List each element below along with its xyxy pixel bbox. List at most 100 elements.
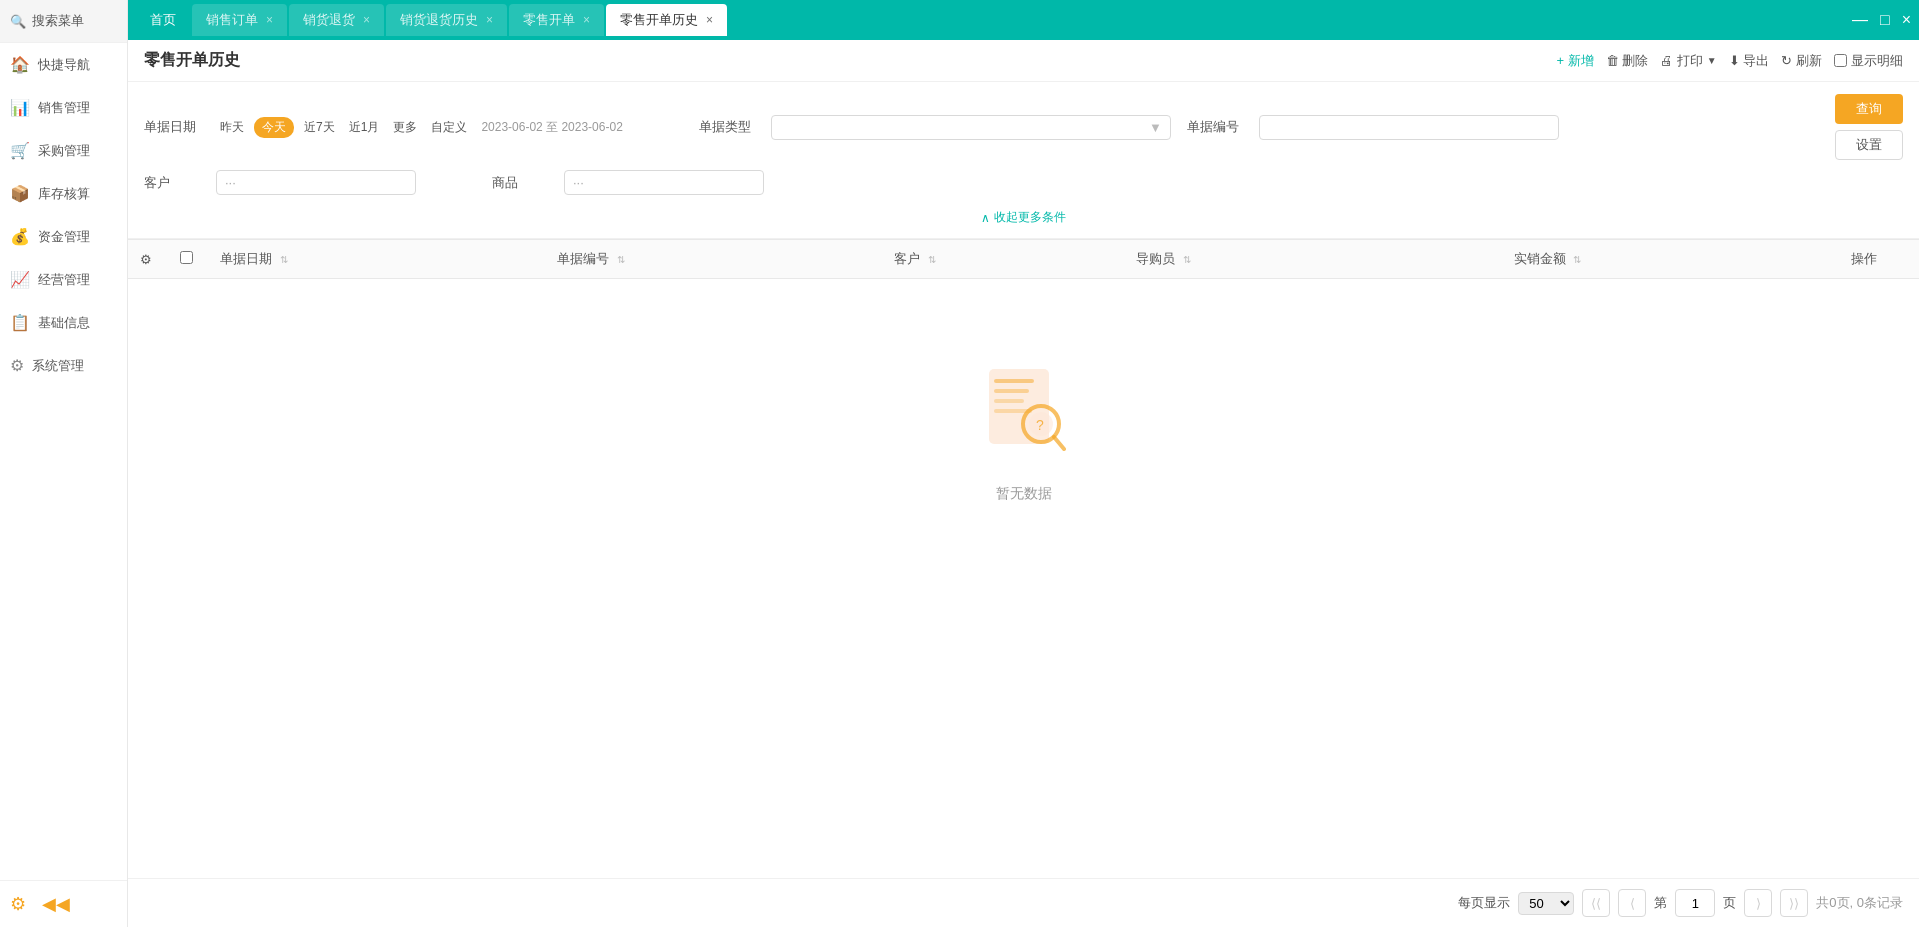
- tab-retail-open-history[interactable]: 零售开单历史 ×: [606, 4, 727, 36]
- print-dropdown-icon[interactable]: ▼: [1707, 55, 1717, 66]
- tab-retail-open[interactable]: 零售开单 ×: [509, 4, 604, 36]
- close-tab-retail-open-icon[interactable]: ×: [583, 13, 590, 27]
- per-page-select[interactable]: 50 10 20 100: [1518, 892, 1574, 915]
- th-checkbox[interactable]: [168, 240, 208, 279]
- doc-type-select[interactable]: ▼: [771, 115, 1171, 140]
- last-page-button[interactable]: ⟩⟩: [1780, 889, 1808, 917]
- doc-no-input[interactable]: [1259, 115, 1559, 140]
- action-buttons: 查询 设置: [1835, 94, 1903, 160]
- sidebar-item-inventory[interactable]: 📦 库存核算: [0, 172, 127, 215]
- data-table: ⚙ 单据日期 ⇅ 单据编号 ⇅ 客户 ⇅: [128, 239, 1919, 583]
- table-body: ? 暂无数据: [128, 279, 1919, 584]
- first-page-button[interactable]: ⟨⟨: [1582, 889, 1610, 917]
- tab-sales-return[interactable]: 销货退货 ×: [289, 4, 384, 36]
- doc-icon: 📋: [10, 313, 30, 332]
- sort-guide-icon[interactable]: ⇅: [1183, 254, 1191, 265]
- settings-icon[interactable]: ⚙: [10, 893, 26, 915]
- tab-sales-return-label: 销货退货: [303, 11, 355, 29]
- tab-home[interactable]: 首页: [136, 4, 190, 36]
- th-amount-label: 实销金额: [1514, 251, 1566, 266]
- tab-sales-order[interactable]: 销售订单 ×: [192, 4, 287, 36]
- select-all-checkbox[interactable]: [180, 251, 193, 264]
- th-doc-no[interactable]: 单据编号 ⇅: [545, 240, 882, 279]
- prev-page-button[interactable]: ⟨: [1618, 889, 1646, 917]
- close-button[interactable]: ×: [1902, 11, 1911, 29]
- sidebar-item-label: 基础信息: [38, 314, 90, 332]
- content-area: 零售开单历史 + 新增 🗑 删除 🖨 打印 ▼ ⬇ 导出 ↻ 刷新: [128, 40, 1919, 927]
- query-button[interactable]: 查询: [1835, 94, 1903, 124]
- close-tab-sales-order-icon[interactable]: ×: [266, 13, 273, 27]
- th-customer-label: 客户: [894, 251, 920, 266]
- sidebar-item-finance[interactable]: 💰 资金管理: [0, 215, 127, 258]
- empty-state: ? 暂无数据: [128, 279, 1919, 583]
- refresh-button[interactable]: ↻ 刷新: [1781, 52, 1822, 70]
- money-icon: 💰: [10, 227, 30, 246]
- sidebar-item-sales-mgmt[interactable]: 📊 销售管理: [0, 86, 127, 129]
- tab-retail-open-history-label: 零售开单历史: [620, 11, 698, 29]
- page-number-input[interactable]: [1675, 889, 1715, 917]
- delete-button[interactable]: 🗑 删除: [1606, 52, 1649, 70]
- customer-select[interactable]: ···: [216, 170, 416, 195]
- date-opt-today[interactable]: 今天: [254, 117, 294, 138]
- date-opt-last7[interactable]: 近7天: [300, 117, 339, 138]
- sidebar-search[interactable]: 🔍 搜索菜单: [0, 0, 127, 43]
- th-amount[interactable]: 实销金额 ⇅: [1502, 240, 1839, 279]
- next-page-button[interactable]: ⟩: [1744, 889, 1772, 917]
- show-detail-label: 显示明细: [1851, 52, 1903, 70]
- date-opt-last-month[interactable]: 近1月: [345, 117, 384, 138]
- sidebar-item-sys-mgmt[interactable]: ⚙ 系统管理: [0, 344, 127, 387]
- page-header: 零售开单历史 + 新增 🗑 删除 🖨 打印 ▼ ⬇ 导出 ↻ 刷新: [128, 40, 1919, 82]
- close-tab-retail-open-history-icon[interactable]: ×: [706, 13, 713, 27]
- goods-select[interactable]: ···: [564, 170, 764, 195]
- per-page-label: 每页显示: [1458, 894, 1510, 912]
- page-label: 第: [1654, 894, 1667, 912]
- minimize-button[interactable]: —: [1852, 11, 1868, 29]
- empty-state-row: ? 暂无数据: [128, 279, 1919, 584]
- maximize-button[interactable]: □: [1880, 11, 1890, 29]
- date-range-display: 2023-06-02 至 2023-06-02: [481, 119, 622, 136]
- th-guide[interactable]: 导购员 ⇅: [1124, 240, 1413, 279]
- th-date-label: 单据日期: [220, 251, 272, 266]
- th-action: 操作: [1839, 240, 1919, 279]
- doc-type-filter-label: 单据类型: [699, 118, 755, 136]
- sort-date-icon[interactable]: ⇅: [280, 254, 288, 265]
- collapse-sidebar-icon[interactable]: ◀◀: [42, 893, 70, 915]
- svg-rect-1: [994, 379, 1034, 383]
- doc-no-filter-label: 单据编号: [1187, 118, 1243, 136]
- sidebar-item-label: 系统管理: [32, 357, 84, 375]
- th-date[interactable]: 单据日期 ⇅: [208, 240, 545, 279]
- show-detail-checkbox[interactable]: [1834, 54, 1847, 67]
- toolbar: + 新增 🗑 删除 🖨 打印 ▼ ⬇ 导出 ↻ 刷新 显示明细: [1556, 52, 1903, 70]
- date-opt-more[interactable]: 更多: [389, 117, 421, 138]
- sort-amount-icon[interactable]: ⇅: [1573, 254, 1581, 265]
- date-opt-yesterday[interactable]: 昨天: [216, 117, 248, 138]
- goods-ellipsis: ···: [573, 175, 584, 190]
- svg-rect-2: [994, 389, 1029, 393]
- tab-sales-order-label: 销售订单: [206, 11, 258, 29]
- show-detail-checkbox-container[interactable]: 显示明细: [1834, 52, 1903, 70]
- filter-settings-button[interactable]: 设置: [1835, 130, 1903, 160]
- export-button-label: ⬇ 导出: [1729, 52, 1770, 70]
- th-settings[interactable]: ⚙: [128, 240, 168, 279]
- th-spacer: [1413, 240, 1501, 279]
- refresh-button-label: ↻ 刷新: [1781, 52, 1822, 70]
- sort-customer-icon[interactable]: ⇅: [928, 254, 936, 265]
- table-container: ⚙ 单据日期 ⇅ 单据编号 ⇅ 客户 ⇅: [128, 239, 1919, 878]
- tab-sales-return-history[interactable]: 销货退货历史 ×: [386, 4, 507, 36]
- sidebar-item-base-info[interactable]: 📋 基础信息: [0, 301, 127, 344]
- customer-ellipsis: ···: [225, 175, 236, 190]
- date-opt-custom[interactable]: 自定义: [427, 117, 471, 138]
- print-button[interactable]: 🖨 打印 ▼: [1660, 52, 1717, 70]
- collapse-filter-button[interactable]: ∧ 收起更多条件: [144, 205, 1903, 234]
- sidebar-item-quick-nav[interactable]: 🏠 快捷导航: [0, 43, 127, 86]
- th-customer[interactable]: 客户 ⇅: [882, 240, 1124, 279]
- sidebar-item-operations[interactable]: 📈 经营管理: [0, 258, 127, 301]
- new-button-label: + 新增: [1556, 52, 1593, 70]
- export-button[interactable]: ⬇ 导出: [1729, 52, 1770, 70]
- close-tab-sales-return-history-icon[interactable]: ×: [486, 13, 493, 27]
- sort-doc-no-icon[interactable]: ⇅: [617, 254, 625, 265]
- box-icon: 📦: [10, 184, 30, 203]
- close-tab-sales-return-icon[interactable]: ×: [363, 13, 370, 27]
- sidebar-item-purchase-mgmt[interactable]: 🛒 采购管理: [0, 129, 127, 172]
- new-button[interactable]: + 新增: [1556, 52, 1593, 70]
